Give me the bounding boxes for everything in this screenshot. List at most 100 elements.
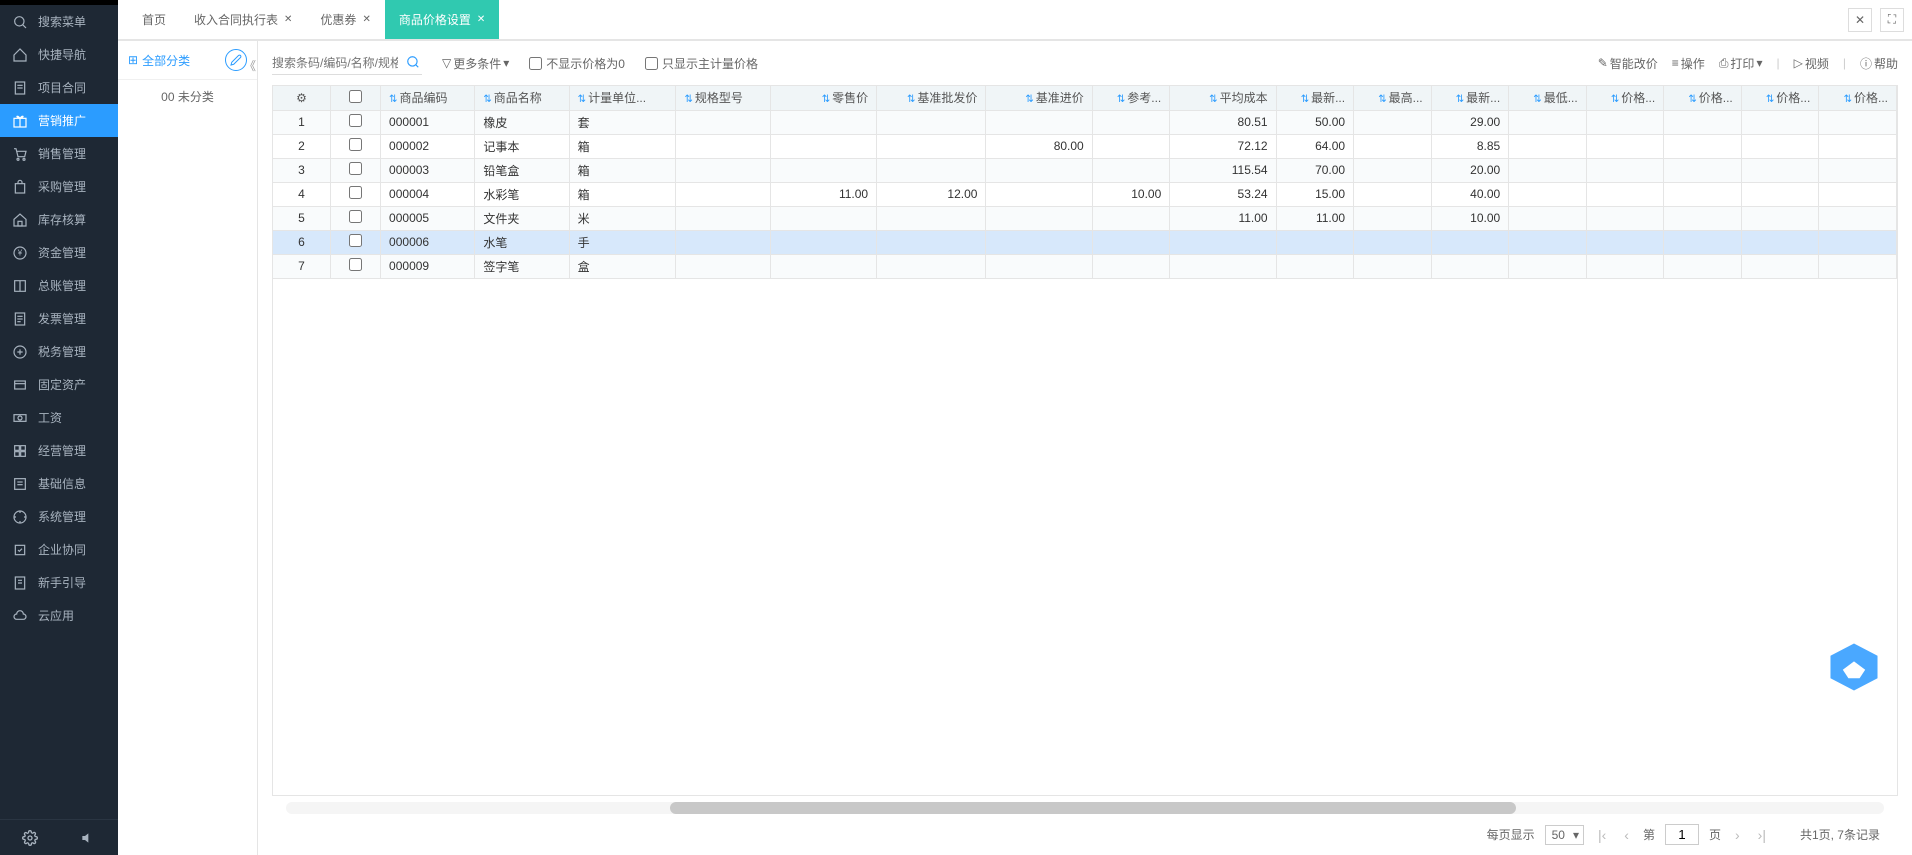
sort-icon[interactable]: ⇅ <box>1844 94 1852 105</box>
sort-icon[interactable]: ⇅ <box>1456 94 1464 105</box>
cell-p3[interactable] <box>1741 206 1819 230</box>
tab-1[interactable]: 收入合同执行表✕ <box>180 0 306 39</box>
column-header-8[interactable]: ⇅基准进价 <box>986 86 1092 110</box>
tab-0[interactable]: 首页 <box>128 0 180 39</box>
sidebar-item-book[interactable]: 总账管理 <box>0 269 118 302</box>
cell-wholesale[interactable] <box>877 110 986 134</box>
settings-button[interactable] <box>0 820 59 855</box>
cell-retail[interactable] <box>770 110 876 134</box>
hide-zero-checkbox[interactable] <box>529 57 542 70</box>
sidebar-item-collab[interactable]: 企业协同 <box>0 533 118 566</box>
cell-wholesale[interactable] <box>877 158 986 182</box>
sidebar-item-house[interactable]: 库存核算 <box>0 203 118 236</box>
sidebar-item-bag[interactable]: 采购管理 <box>0 170 118 203</box>
cell-p4[interactable] <box>1819 110 1897 134</box>
sidebar-item-money[interactable]: ¥资金管理 <box>0 236 118 269</box>
all-categories-button[interactable]: ⊞ 全部分类 <box>128 52 190 69</box>
cell-ref[interactable] <box>1092 158 1170 182</box>
table-row[interactable]: 4000004水彩笔箱11.0012.0010.0053.2415.0040.0… <box>273 182 1897 206</box>
cell-p2[interactable] <box>1664 254 1742 278</box>
cell-p3[interactable] <box>1741 254 1819 278</box>
sidebar-item-system[interactable]: 系统管理 <box>0 500 118 533</box>
search-input[interactable] <box>272 52 422 75</box>
cell-p4[interactable] <box>1819 182 1897 206</box>
column-header-1[interactable] <box>331 86 381 110</box>
cell-retail[interactable] <box>770 206 876 230</box>
next-page-button[interactable]: › <box>1731 827 1744 843</box>
cell-p1[interactable] <box>1586 254 1664 278</box>
sort-icon[interactable]: ⇅ <box>1766 94 1774 105</box>
row-checkbox[interactable] <box>349 162 362 175</box>
column-header-15[interactable]: ⇅价格... <box>1586 86 1664 110</box>
cell-p3[interactable] <box>1741 110 1819 134</box>
table-row[interactable]: 2000002记事本箱80.0072.1264.008.85 <box>273 134 1897 158</box>
column-header-2[interactable]: ⇅商品编码 <box>381 86 475 110</box>
cell-wholesale[interactable] <box>877 230 986 254</box>
cell-p2[interactable] <box>1664 158 1742 182</box>
cell-p4[interactable] <box>1819 134 1897 158</box>
sort-icon[interactable]: ⇅ <box>822 94 830 105</box>
only-main-checkbox[interactable] <box>645 57 658 70</box>
cell-purchase[interactable] <box>986 110 1092 134</box>
tab-2[interactable]: 优惠券✕ <box>306 0 384 39</box>
table-row[interactable]: 1000001橡皮套80.5150.0029.00 <box>273 110 1897 134</box>
tree-node-unclassified[interactable]: 00 未分类 <box>118 80 257 113</box>
page-input[interactable] <box>1665 824 1699 845</box>
cell-p1[interactable] <box>1586 158 1664 182</box>
sort-icon[interactable]: ⇅ <box>389 94 397 105</box>
gear-icon[interactable]: ⚙ <box>296 91 307 105</box>
sidebar-item-receipt[interactable]: 发票管理 <box>0 302 118 335</box>
cell-p4[interactable] <box>1819 206 1897 230</box>
cell-ref[interactable]: 10.00 <box>1092 182 1170 206</box>
cell-p1[interactable] <box>1586 182 1664 206</box>
sort-icon[interactable]: ⇅ <box>1209 94 1217 105</box>
operate-button[interactable]: ≡ 操作 <box>1672 55 1705 72</box>
cell-ref[interactable] <box>1092 134 1170 158</box>
sidebar-item-search[interactable]: 搜索菜单 <box>0 5 118 38</box>
tab-close-icon[interactable]: ✕ <box>477 14 485 25</box>
row-checkbox[interactable] <box>349 186 362 199</box>
row-checkbox[interactable] <box>349 210 362 223</box>
cell-wholesale[interactable] <box>877 134 986 158</box>
sidebar-item-info[interactable]: 基础信息 <box>0 467 118 500</box>
cell-ref[interactable] <box>1092 230 1170 254</box>
tab-3[interactable]: 商品价格设置✕ <box>385 0 499 39</box>
cell-retail[interactable] <box>770 134 876 158</box>
tree-collapse-button[interactable]: 《 <box>242 45 258 85</box>
sort-icon[interactable]: ⇅ <box>483 94 491 105</box>
column-header-6[interactable]: ⇅零售价 <box>770 86 876 110</box>
help-button[interactable]: ⓘ 帮助 <box>1860 55 1898 72</box>
column-header-10[interactable]: ⇅平均成本 <box>1170 86 1276 110</box>
column-header-9[interactable]: ⇅参考... <box>1092 86 1170 110</box>
cell-p2[interactable] <box>1664 134 1742 158</box>
cell-retail[interactable]: 11.00 <box>770 182 876 206</box>
table-row[interactable]: 3000003铅笔盒箱115.5470.0020.00 <box>273 158 1897 182</box>
sidebar-item-cart[interactable]: 销售管理 <box>0 137 118 170</box>
sidebar-item-gift[interactable]: 营销推广 <box>0 104 118 137</box>
cell-retail[interactable] <box>770 254 876 278</box>
cell-p4[interactable] <box>1819 230 1897 254</box>
column-header-16[interactable]: ⇅价格... <box>1664 86 1742 110</box>
close-tab-button[interactable]: ✕ <box>1848 8 1872 32</box>
sidebar-item-doc[interactable]: 项目合同 <box>0 71 118 104</box>
column-header-7[interactable]: ⇅基准批发价 <box>877 86 986 110</box>
cell-p3[interactable] <box>1741 134 1819 158</box>
sidebar-item-manage[interactable]: 经营管理 <box>0 434 118 467</box>
cell-wholesale[interactable]: 12.00 <box>877 182 986 206</box>
video-button[interactable]: ▷ 视频 <box>1794 55 1829 72</box>
horizontal-scrollbar[interactable] <box>286 802 1884 814</box>
tab-close-icon[interactable]: ✕ <box>362 14 370 25</box>
sort-icon[interactable]: ⇅ <box>1533 94 1541 105</box>
row-checkbox[interactable] <box>349 114 362 127</box>
cell-p2[interactable] <box>1664 206 1742 230</box>
column-header-18[interactable]: ⇅价格... <box>1819 86 1897 110</box>
sort-icon[interactable]: ⇅ <box>1611 94 1619 105</box>
sort-icon[interactable]: ⇅ <box>684 94 692 105</box>
cell-p3[interactable] <box>1741 230 1819 254</box>
cell-p2[interactable] <box>1664 230 1742 254</box>
cell-p1[interactable] <box>1586 206 1664 230</box>
cell-p1[interactable] <box>1586 134 1664 158</box>
scrollbar-thumb[interactable] <box>670 802 1517 814</box>
sort-icon[interactable]: ⇅ <box>1688 94 1696 105</box>
column-header-11[interactable]: ⇅最新... <box>1276 86 1354 110</box>
